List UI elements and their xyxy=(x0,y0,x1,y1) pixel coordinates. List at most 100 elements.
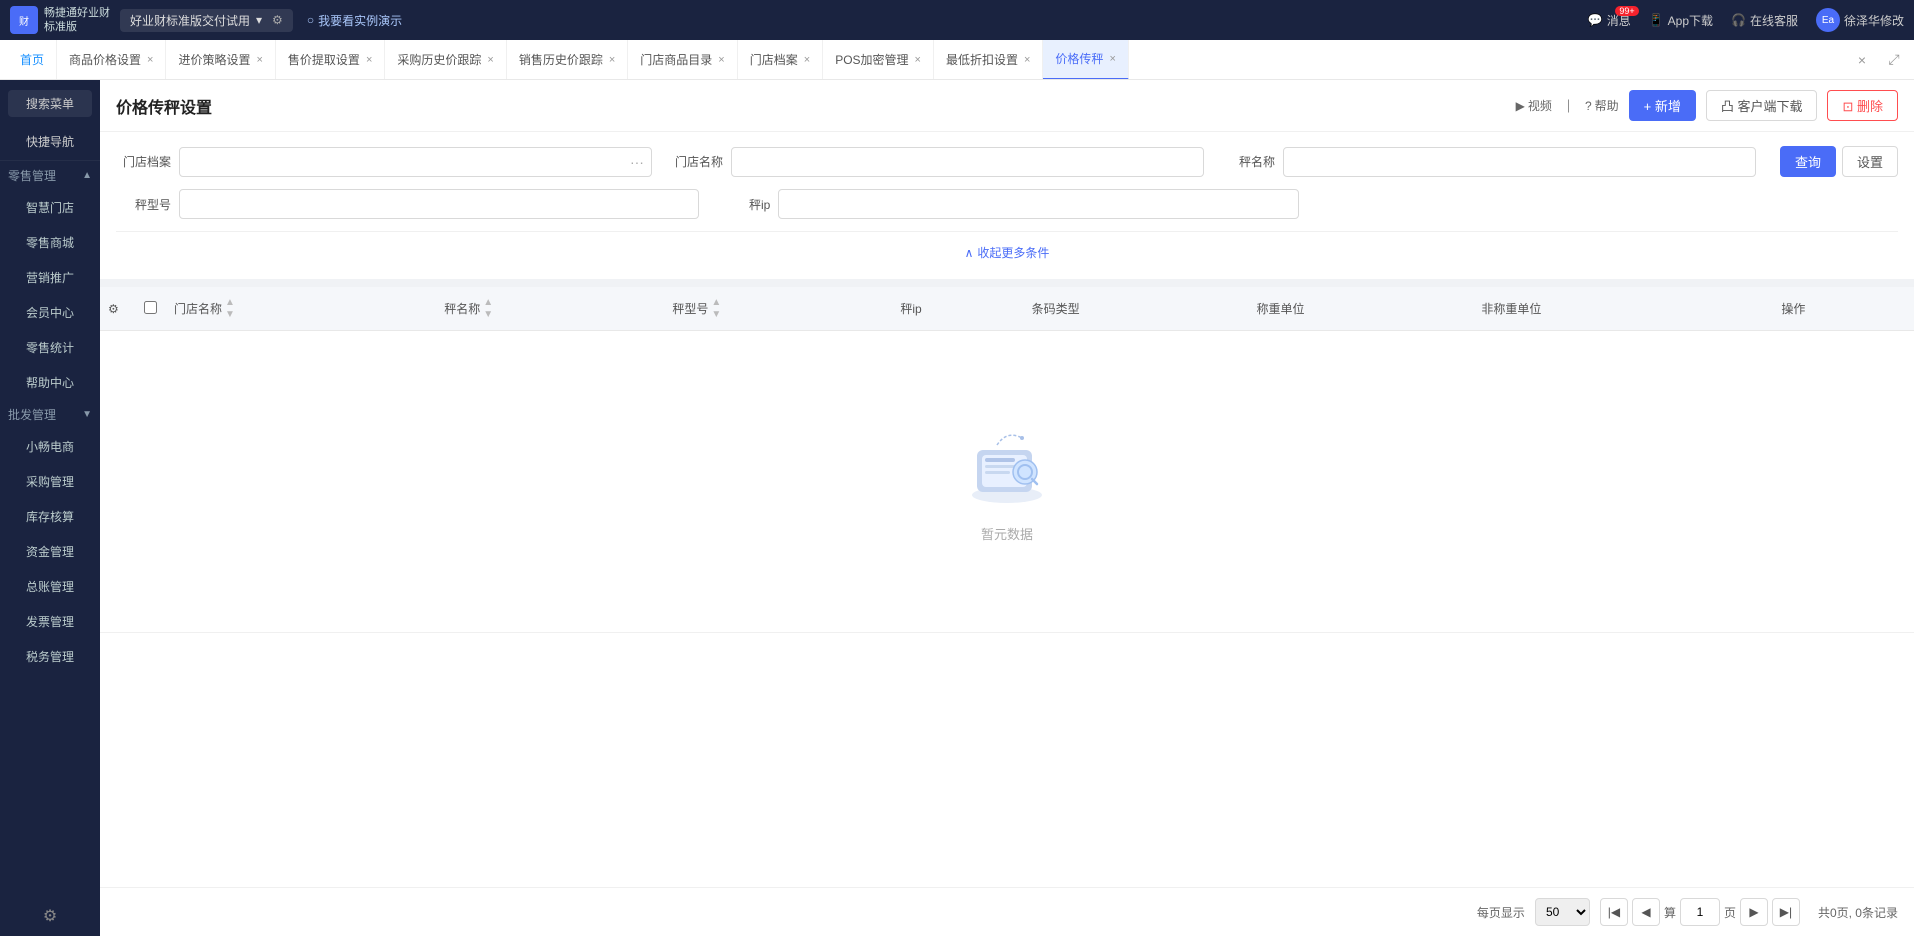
store-name-label: 门店名称 xyxy=(668,153,723,170)
top-bar: 财 畅捷通好业财 标准版 好业财标准版交付试用 ▾ ⚙ ○ 我要看实例演示 💬 … xyxy=(0,0,1914,40)
sidebar-section-wholesale[interactable]: 批发管理 ▼ xyxy=(0,400,100,429)
tab-store-catalog[interactable]: 门店商品目录 × xyxy=(628,40,737,80)
message-badge: 99+ xyxy=(1615,6,1638,16)
close-icon[interactable]: × xyxy=(1024,54,1030,66)
sidebar-item-inventory[interactable]: 库存核算 xyxy=(0,499,100,534)
demo-link[interactable]: ○ 我要看实例演示 xyxy=(307,12,402,29)
scale-model-input[interactable] xyxy=(179,189,699,219)
filter-scale-ip: 秤ip xyxy=(715,189,1298,219)
circle-icon: ○ xyxy=(307,13,314,27)
filter-store-archive: 门店档案 ··· xyxy=(116,147,652,177)
settings-icon[interactable]: ⚙ xyxy=(108,302,119,316)
tab-min-discount[interactable]: 最低折扣设置 × xyxy=(934,40,1043,80)
pagination-info: 共0页, 0条记录 xyxy=(1818,904,1898,921)
online-service-button[interactable]: 🎧 在线客服 xyxy=(1731,12,1798,29)
logo: 财 畅捷通好业财 标准版 xyxy=(10,6,110,35)
message-button[interactable]: 💬 消息 99+ xyxy=(1588,12,1631,29)
tab-pos[interactable]: POS加密管理 × xyxy=(823,40,934,80)
sidebar-item-tax[interactable]: 税务管理 xyxy=(0,639,100,674)
expand-tab-button[interactable]: ⤢ xyxy=(1882,48,1906,72)
more-icon[interactable]: ··· xyxy=(630,154,644,170)
per-page-select[interactable]: 10 20 50 100 xyxy=(1535,898,1590,926)
scale-name-input[interactable] xyxy=(1283,147,1756,177)
next-page-button[interactable]: ▶ xyxy=(1740,898,1768,926)
tab-bar-actions: × ⤢ xyxy=(1850,48,1906,72)
table-col-checkbox xyxy=(136,287,166,331)
empty-state: 暂元数据 xyxy=(108,340,1906,623)
header-actions: ▶ 视频 ｜ ? 帮助 + 新增 凸 客户端下载 ⊡ 删除 xyxy=(1516,90,1898,121)
sidebar-item-finance[interactable]: 资金管理 xyxy=(0,534,100,569)
filter-store-name: 门店名称 xyxy=(668,147,1204,177)
sidebar-item-member[interactable]: 会员中心 xyxy=(0,295,100,330)
delete-button[interactable]: ⊡ 删除 xyxy=(1827,90,1898,121)
close-icon[interactable]: × xyxy=(718,54,724,66)
collapse-filter-button[interactable]: ∧ 收起更多条件 xyxy=(116,240,1898,265)
close-tab-button[interactable]: × xyxy=(1850,48,1874,72)
filter-area: 门店档案 ··· 门店名称 秤名称 查询 设置 xyxy=(100,132,1914,279)
table-col-settings: ⚙ xyxy=(100,287,136,331)
first-page-button[interactable]: |◀ xyxy=(1600,898,1628,926)
sidebar-section-retail[interactable]: 零售管理 ▲ xyxy=(0,161,100,190)
scale-ip-input[interactable] xyxy=(778,189,1298,219)
sidebar-item-ecommerce[interactable]: 小畅电商 xyxy=(0,429,100,464)
headset-icon: 🎧 xyxy=(1731,13,1746,27)
close-icon[interactable]: × xyxy=(915,54,921,66)
close-icon[interactable]: × xyxy=(256,54,262,66)
table-col-scale-model: 秤型号 ▲▼ xyxy=(664,287,892,331)
empty-text: 暂元数据 xyxy=(981,524,1033,543)
sidebar-item-purchase[interactable]: 采购管理 xyxy=(0,464,100,499)
tab-sale-price[interactable]: 售价提取设置 × xyxy=(276,40,385,80)
store-name-input[interactable] xyxy=(731,147,1204,177)
settings-filter-button[interactable]: 设置 xyxy=(1842,146,1898,177)
store-archive-input[interactable] xyxy=(179,147,652,177)
filter-row-2: 秤型号 秤ip xyxy=(116,189,1898,219)
sidebar-item-marketing[interactable]: 营销推广 xyxy=(0,260,100,295)
version-selector[interactable]: 好业财标准版交付试用 ▾ ⚙ xyxy=(120,9,293,32)
empty-state-cell: 暂元数据 xyxy=(100,331,1914,633)
tab-price-scale[interactable]: 价格传秤 × xyxy=(1043,40,1128,80)
tab-sales-history[interactable]: 销售历史价跟踪 × xyxy=(507,40,628,80)
tab-purchase-history[interactable]: 采购历史价跟踪 × xyxy=(385,40,506,80)
close-icon[interactable]: × xyxy=(804,54,810,66)
sidebar-item-quick-nav[interactable]: 快捷导航 xyxy=(0,123,100,161)
tab-home[interactable]: 首页 xyxy=(8,40,57,80)
question-icon: ? xyxy=(1585,99,1592,113)
sidebar-item-retail-mall[interactable]: 零售商城 xyxy=(0,225,100,260)
sidebar-search[interactable]: 搜索菜单 xyxy=(0,80,100,123)
tab-price-settings[interactable]: 商品价格设置 × xyxy=(57,40,166,80)
phone-icon: 📱 xyxy=(1649,13,1664,27)
app-download-button[interactable]: 📱 App下载 xyxy=(1649,12,1713,29)
table-col-weight-unit: 称重单位 xyxy=(1248,287,1473,331)
help-link[interactable]: ? 帮助 xyxy=(1585,97,1619,114)
query-button[interactable]: 查询 xyxy=(1780,146,1836,177)
sidebar-item-help[interactable]: 帮助中心 xyxy=(0,365,100,400)
close-icon[interactable]: × xyxy=(487,54,493,66)
add-button[interactable]: + 新增 xyxy=(1629,90,1696,121)
last-page-button[interactable]: ▶| xyxy=(1772,898,1800,926)
sidebar-settings-button[interactable]: ⚙ xyxy=(0,896,100,936)
empty-illustration xyxy=(957,420,1057,510)
sidebar-item-invoice[interactable]: 发票管理 xyxy=(0,604,100,639)
sidebar-item-smart-store[interactable]: 智慧门店 xyxy=(0,190,100,225)
page-number-input[interactable] xyxy=(1680,898,1720,926)
search-menu-button[interactable]: 搜索菜单 xyxy=(8,90,92,117)
table-header-row: ⚙ 门店名称 ▲▼ 秤名称 xyxy=(100,287,1914,331)
select-all-checkbox[interactable] xyxy=(144,301,157,314)
sidebar-item-retail-stats[interactable]: 零售统计 xyxy=(0,330,100,365)
table-col-operation: 操作 xyxy=(1773,287,1914,331)
close-icon[interactable]: × xyxy=(366,54,372,66)
tab-store-archive[interactable]: 门店档案 × xyxy=(738,40,823,80)
tab-purchase-strategy[interactable]: 进价策略设置 × xyxy=(166,40,275,80)
close-icon[interactable]: × xyxy=(1109,53,1115,65)
prev-page-button[interactable]: ◀ xyxy=(1632,898,1660,926)
empty-state-row: 暂元数据 xyxy=(100,331,1914,633)
close-icon[interactable]: × xyxy=(147,54,153,66)
play-icon: ▶ xyxy=(1516,99,1525,113)
sidebar-item-accounting[interactable]: 总账管理 xyxy=(0,569,100,604)
table-col-scale-ip: 秤ip xyxy=(892,287,1023,331)
settings-icon[interactable]: ⚙ xyxy=(272,13,283,27)
user-menu[interactable]: Ea 徐泽华修改 xyxy=(1816,8,1904,32)
close-icon[interactable]: × xyxy=(609,54,615,66)
video-link[interactable]: ▶ 视频 xyxy=(1516,97,1552,114)
download-button[interactable]: 凸 客户端下载 xyxy=(1706,90,1818,121)
